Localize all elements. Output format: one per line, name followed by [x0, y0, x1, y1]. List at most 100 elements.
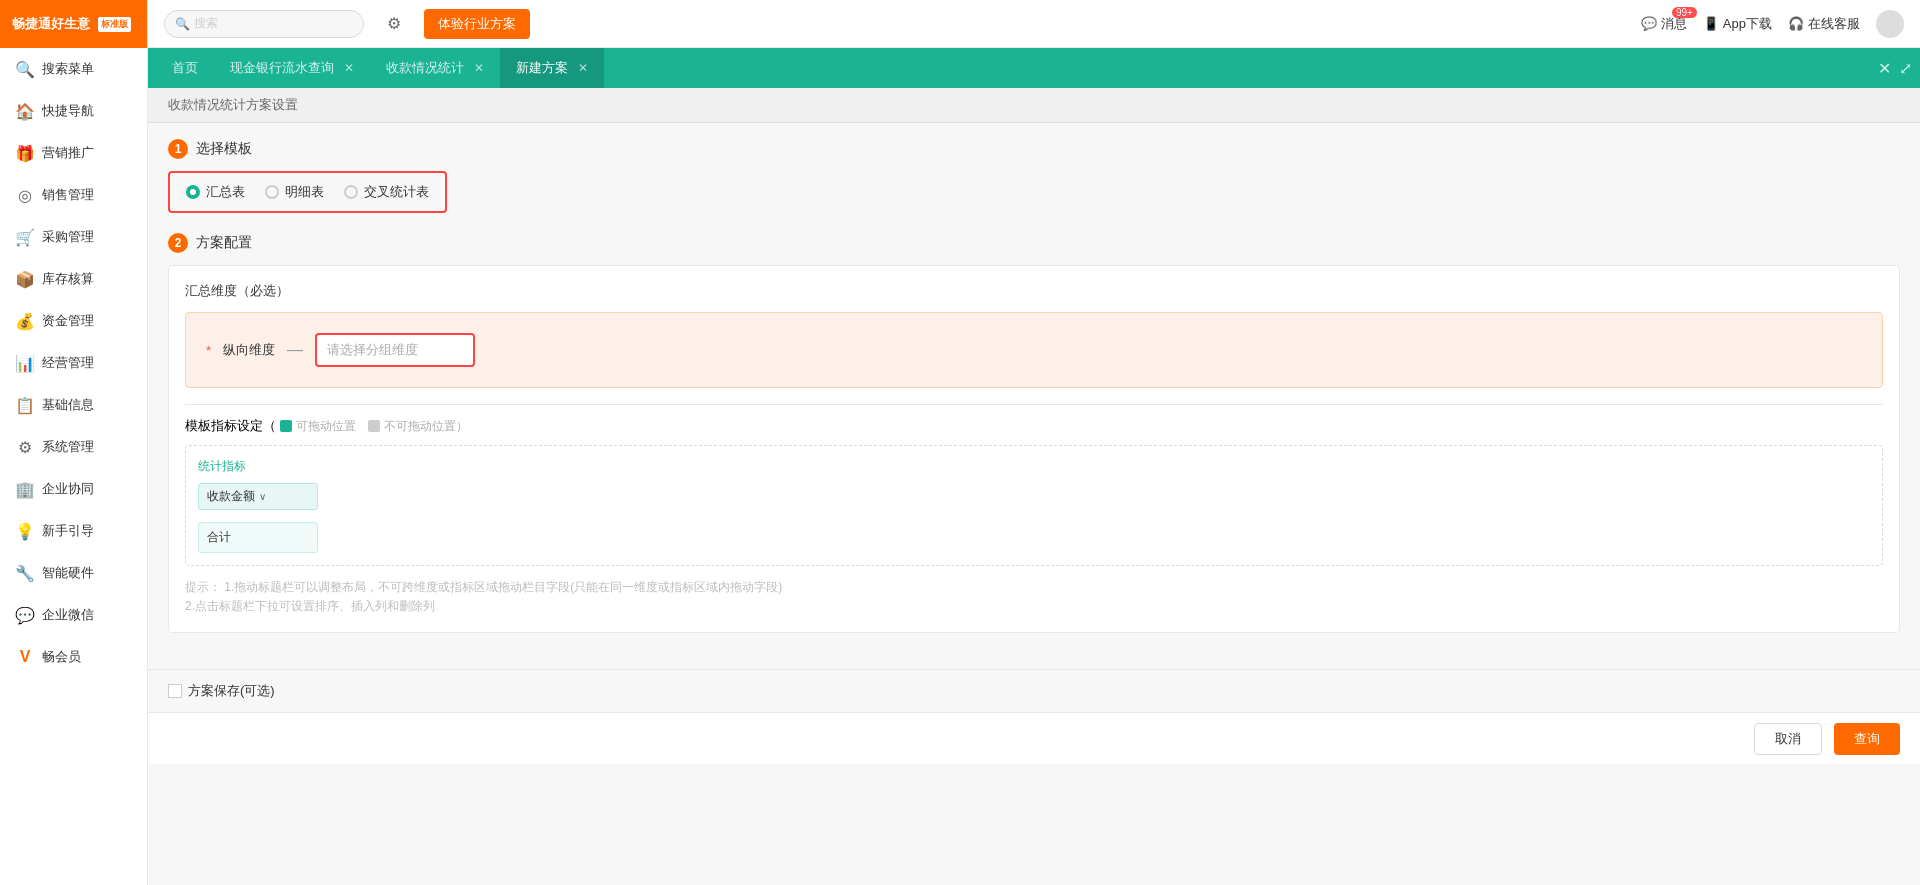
message-badge[interactable]: 💬 消息 99+	[1641, 15, 1687, 33]
industry-btn[interactable]: 体验行业方案	[424, 9, 530, 39]
metrics-tag-dropdown-icon[interactable]: ∨	[259, 491, 266, 502]
guide-icon: 💡	[16, 522, 34, 540]
member-icon: V	[16, 648, 34, 666]
dimension-select[interactable]: 请选择分组维度	[315, 333, 475, 367]
radio-detail-label: 明细表	[285, 183, 324, 201]
tabbar: 首页 现金银行流水查询 ✕ 收款情况统计 ✕ 新建方案 ✕ ✕ ⤢	[148, 48, 1920, 88]
breadcrumb: 收款情况统计方案设置	[148, 88, 1920, 123]
close-all-icon[interactable]: ✕	[1878, 59, 1891, 78]
save-option[interactable]: 方案保存(可选)	[168, 682, 275, 700]
non-draggable-hint: 不可拖动位置）	[384, 418, 468, 435]
sidebar-label: 搜索菜单	[42, 60, 94, 78]
sidebar-item-member[interactable]: V 畅会员	[0, 636, 147, 678]
search-box[interactable]: 🔍 搜索	[164, 10, 364, 38]
operations-icon: 📊	[16, 354, 34, 372]
sidebar-label: 基础信息	[42, 396, 94, 414]
metrics-tags: 收款金额 ∨ 合计	[198, 483, 318, 553]
sidebar-label: 新手引导	[42, 522, 94, 540]
radio-cross-dot	[344, 185, 358, 199]
sidebar-item-basic-info[interactable]: 📋 基础信息	[0, 384, 147, 426]
radio-cross[interactable]: 交叉统计表	[344, 183, 429, 201]
metrics-label-text: 模板指标设定（	[185, 417, 276, 435]
tab-collection-stats-label: 收款情况统计	[386, 59, 464, 77]
config-section: 汇总维度（必选） * 纵向维度 — 请选择分组维度	[168, 265, 1900, 633]
sidebar-item-finance[interactable]: 💰 资金管理	[0, 300, 147, 342]
basic-info-icon: 📋	[16, 396, 34, 414]
sidebar-item-marketing[interactable]: 🎁 营销推广	[0, 132, 147, 174]
draggable-hint-area: 可拖动位置 不可拖动位置）	[280, 418, 468, 435]
save-label: 方案保存(可选)	[188, 682, 275, 700]
sidebar-item-system[interactable]: ⚙ 系统管理	[0, 426, 147, 468]
download-label: App下载	[1723, 15, 1772, 33]
wechat-icon: 💬	[16, 606, 34, 624]
sidebar-item-purchase[interactable]: 🛒 采购管理	[0, 216, 147, 258]
message-count: 99+	[1672, 7, 1697, 18]
radio-summary[interactable]: 汇总表	[186, 183, 245, 201]
breadcrumb-text: 收款情况统计方案设置	[168, 97, 298, 112]
dimension-title-text: 汇总维度（必选）	[185, 283, 289, 298]
draggable-hint: 可拖动位置	[296, 418, 356, 435]
logo-text: 畅捷通好生意	[12, 15, 90, 33]
tab-new-plan-label: 新建方案	[516, 59, 568, 77]
step1-header: 1 选择模板	[168, 139, 1900, 159]
tab-bank-flow[interactable]: 现金银行流水查询 ✕	[214, 48, 370, 88]
arrow-icon: —	[287, 341, 303, 359]
sidebar-label: 企业协同	[42, 480, 94, 498]
service-icon: 🎧	[1788, 16, 1804, 31]
tab-collection-stats-close[interactable]: ✕	[474, 61, 484, 75]
dimension-placeholder: 请选择分组维度	[327, 342, 418, 357]
step2-title: 方案配置	[196, 234, 252, 252]
sidebar-item-inventory[interactable]: 📦 库存核算	[0, 258, 147, 300]
topbar: 🔍 搜索 ⚙ 体验行业方案 💬 消息 99+ 📱 App下载 🎧 在线客服	[148, 0, 1920, 48]
sidebar-label: 经营管理	[42, 354, 94, 372]
message-icon: 💬	[1641, 16, 1657, 31]
dimension-area: * 纵向维度 — 请选择分组维度	[185, 312, 1883, 388]
content-area: 收款情况统计方案设置 1 选择模板 汇总表 明细表	[148, 88, 1920, 885]
expand-icon[interactable]: ⤢	[1899, 59, 1912, 78]
settings-icon[interactable]: ⚙	[380, 10, 408, 38]
query-button[interactable]: 查询	[1834, 723, 1900, 755]
required-star: *	[206, 343, 211, 358]
sidebar-item-sales[interactable]: ◎ 销售管理	[0, 174, 147, 216]
page-body: 1 选择模板 汇总表 明细表 交叉统计表	[148, 123, 1920, 669]
sidebar-item-operations[interactable]: 📊 经营管理	[0, 342, 147, 384]
radio-detail[interactable]: 明细表	[265, 183, 324, 201]
sidebar-item-wechat[interactable]: 💬 企业微信	[0, 594, 147, 636]
sidebar-label: 企业微信	[42, 606, 94, 624]
sidebar-item-hardware[interactable]: 🔧 智能硬件	[0, 552, 147, 594]
app-download[interactable]: 📱 App下载	[1703, 15, 1772, 33]
tab-bank-flow-close[interactable]: ✕	[344, 61, 354, 75]
tab-new-plan-close[interactable]: ✕	[578, 61, 588, 75]
save-checkbox[interactable]	[168, 684, 182, 698]
sidebar: 畅捷通好生意 标准版 🔍 搜索菜单 🏠 快捷导航 🎁 营销推广 ◎ 销售管理 🛒…	[0, 0, 148, 885]
vertical-dim-label: 纵向维度	[223, 341, 275, 359]
finance-icon: 💰	[16, 312, 34, 330]
home-icon: 🏠	[16, 102, 34, 120]
sidebar-item-enterprise[interactable]: 🏢 企业协同	[0, 468, 147, 510]
purchase-icon: 🛒	[16, 228, 34, 246]
enterprise-icon: 🏢	[16, 480, 34, 498]
tab-home[interactable]: 首页	[156, 48, 214, 88]
user-avatar[interactable]	[1876, 10, 1904, 38]
template-selection-box: 汇总表 明细表 交叉统计表	[168, 171, 447, 213]
step1-section: 1 选择模板 汇总表 明细表 交叉统计表	[168, 139, 1900, 213]
sidebar-item-quick-nav[interactable]: 🏠 快捷导航	[0, 90, 147, 132]
sidebar-label: 智能硬件	[42, 564, 94, 582]
hardware-icon: 🔧	[16, 564, 34, 582]
dimension-row: * 纵向维度 — 请选择分组维度	[206, 333, 1862, 367]
sidebar-label: 快捷导航	[42, 102, 94, 120]
metrics-tag-collection[interactable]: 收款金额 ∨	[198, 483, 318, 510]
tip2-text: 2.点击标题栏下拉可设置排序、插入列和删除列	[185, 597, 1883, 616]
metrics-category: 统计指标	[198, 458, 1870, 475]
tab-new-plan[interactable]: 新建方案 ✕	[500, 48, 604, 88]
cancel-button[interactable]: 取消	[1754, 723, 1822, 755]
tab-collection-stats[interactable]: 收款情况统计 ✕	[370, 48, 500, 88]
metrics-tag-label: 收款金额	[207, 488, 255, 505]
page-footer: 方案保存(可选)	[148, 669, 1920, 712]
sidebar-label: 系统管理	[42, 438, 94, 456]
sidebar-item-guide[interactable]: 💡 新手引导	[0, 510, 147, 552]
sidebar-item-search-menu[interactable]: 🔍 搜索菜单	[0, 48, 147, 90]
online-service[interactable]: 🎧 在线客服	[1788, 15, 1860, 33]
metrics-subtag-total[interactable]: 合计	[198, 522, 318, 553]
download-icon: 📱	[1703, 16, 1719, 31]
